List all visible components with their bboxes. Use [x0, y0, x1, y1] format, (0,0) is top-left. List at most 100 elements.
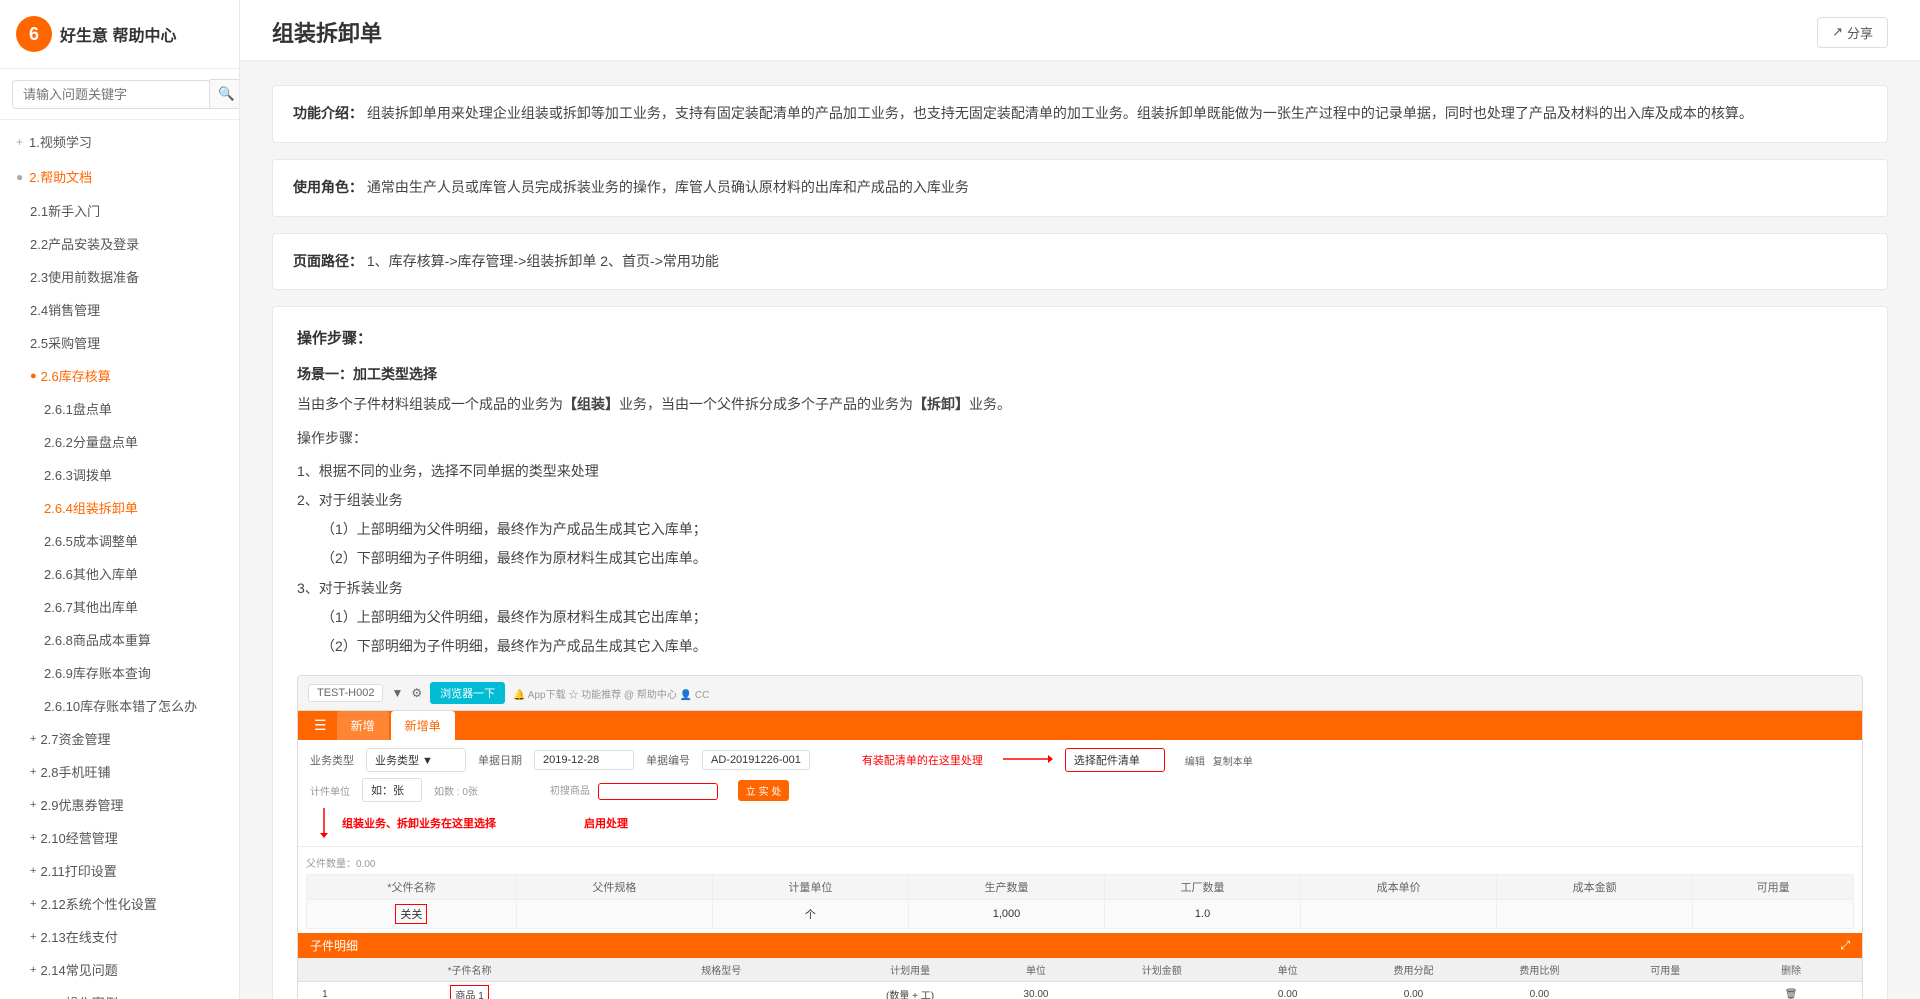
type-input[interactable]: 业务类型 ▼ — [366, 748, 466, 772]
sidebar-item-adjust-label: 2.6.3调拨单 — [44, 465, 112, 484]
sidebar-item-finance[interactable]: + 2.7资金管理 — [0, 722, 239, 755]
copy-btn[interactable]: 复制本单 — [1213, 757, 1253, 768]
row1-num: 1 — [306, 989, 344, 999]
th-factory-qty: 工厂数量 — [1105, 875, 1301, 900]
tab-new-order[interactable]: 新增单 — [391, 711, 455, 740]
sidebar-item-inventory[interactable]: ● 2.6库存核算 — [0, 359, 239, 392]
plus-icon-faq: + — [30, 964, 36, 976]
sidebar-item-install-label: 2.2产品安装及登录 — [30, 234, 139, 253]
sidebar-item-video[interactable]: + 1.视频学习 — [0, 124, 239, 159]
step3-sub1: （1）上部明细为父件明细，最终作为原材料生成其它出库单； — [321, 605, 1863, 630]
red-arrow-1 — [1003, 751, 1053, 767]
sidebar-item-cases[interactable]: + 2.15操作案例 — [0, 986, 239, 999]
sidebar-item-sales[interactable]: 2.4销售管理 — [0, 293, 239, 326]
search-button[interactable]: 🔍 — [210, 79, 240, 109]
sidebar-item-mobile-label: 2.8手机旺铺 — [40, 762, 110, 781]
search-goods-input[interactable] — [598, 783, 718, 800]
th-unit: 计量单位 — [712, 875, 908, 900]
th-cost-amount: 成本金额 — [1497, 875, 1693, 900]
row1-alloc: 0.00 — [1351, 989, 1477, 999]
parent-name-value: 关关 — [395, 904, 427, 924]
sidebar-item-stock-error[interactable]: 2.6.10库存账本错了怎么办 — [0, 689, 239, 722]
unit-input[interactable]: 如：张 — [362, 778, 422, 802]
th-produce-qty: 生产数量 — [908, 875, 1104, 900]
share-label: 分享 — [1847, 23, 1873, 42]
sidebar-icon-area: ☰ — [306, 717, 335, 734]
sidebar-item-install[interactable]: 2.2产品安装及登录 — [0, 227, 239, 260]
plus-icon-finance: + — [30, 733, 36, 745]
td-factory-qty: 1.0 — [1105, 900, 1301, 929]
sidebar-item-payment[interactable]: + 2.13在线支付 — [0, 920, 239, 953]
sidebar-item-system[interactable]: + 2.12系统个性化设置 — [0, 887, 239, 920]
sidebar-item-adjust[interactable]: 2.6.3调拨单 — [0, 458, 239, 491]
sidebar-item-sales-label: 2.4销售管理 — [30, 300, 100, 319]
sidebar-item-operation[interactable]: + 2.10经营管理 — [0, 821, 239, 854]
step2: 2、对于组装业务 — [297, 488, 1863, 513]
arrow1 — [1003, 751, 1053, 770]
apply-button[interactable]: 立 实 处 — [738, 780, 790, 801]
page-title: 组装拆卸单 — [272, 16, 382, 48]
sidebar-item-goods-cost[interactable]: 2.6.8商品成本重算 — [0, 623, 239, 656]
sidebar-item-other-out[interactable]: 2.6.7其他出库单 — [0, 590, 239, 623]
screenshot-container: TEST-H002 ▼ ⚙ 浏览器一下 🔔 App下载 ☆ 功能推荐 @ 帮助中… — [297, 675, 1863, 999]
role-text: 通常由生产人员或库管人员完成拆装业务的操作，库管人员确认原材料的出库和产成品的入… — [367, 179, 969, 195]
top-table: *父件名称 父件规格 计量单位 生产数量 工厂数量 成本单价 成本金额 可用量 — [306, 874, 1854, 929]
expand-icon: ⤢ — [1840, 938, 1850, 953]
apply-btn[interactable]: 立 实 处 — [738, 780, 790, 801]
sidebar-item-data[interactable]: 2.3使用前数据准备 — [0, 260, 239, 293]
sidebar-item-faq-label: 2.14常见问题 — [40, 960, 117, 979]
plus-icon-print: + — [30, 865, 36, 877]
sidebar-item-other-in[interactable]: 2.6.6其他入库单 — [0, 557, 239, 590]
sidebar-item-stocktake[interactable]: 2.6.1盘点单 — [0, 392, 239, 425]
date-input[interactable]: 2019-12-28 — [534, 750, 634, 770]
sidebar-item-print[interactable]: + 2.11打印设置 — [0, 854, 239, 887]
sidebar-item-inventory-label: 2.6库存核算 — [41, 366, 111, 385]
search-box[interactable]: 🔍 — [0, 69, 239, 120]
logo-area: 6 好生意 帮助中心 — [0, 0, 239, 69]
tab-new[interactable]: 新增 — [337, 711, 389, 740]
bottom-section-label: 子件明细 — [310, 937, 358, 954]
orange-tab-bar: ☰ 新增 新增单 — [298, 711, 1862, 740]
sidebar-item-docs-label: 2.帮助文档 — [29, 167, 92, 186]
sidebar-item-partial[interactable]: 2.6.2分量盘点单 — [0, 425, 239, 458]
edit-btn[interactable]: 编辑 — [1185, 757, 1205, 768]
sidebar-item-docs[interactable]: ● 2.帮助文档 — [0, 159, 239, 194]
sidebar-item-stock-check[interactable]: 2.6.9库存账本查询 — [0, 656, 239, 689]
col-delete: 删除 — [1728, 962, 1854, 977]
annotation1-text: 有装配清单的在这里处理 — [862, 752, 983, 768]
teal-button[interactable]: 浏览器一下 — [430, 682, 505, 704]
td-available — [1693, 900, 1854, 929]
sidebar-item-faq[interactable]: + 2.14常见问题 — [0, 953, 239, 986]
sidebar-item-video-label: 1.视频学习 — [29, 132, 92, 151]
search-input[interactable] — [12, 80, 210, 109]
sidebar-item-new-label: 2.1新手入门 — [30, 201, 100, 220]
step3: 3、对于拆装业务 — [297, 576, 1863, 601]
step1: 1、根据不同的业务，选择不同单据的类型来处理 — [297, 459, 1863, 484]
config-input[interactable]: 选择配件清单 — [1065, 748, 1165, 772]
share-button[interactable]: ↗ 分享 — [1817, 17, 1888, 48]
main-panel: 组装拆卸单 ↗ 分享 功能介绍： 组装拆卸单用来处理企业组装或拆卸等加工业务，支… — [240, 0, 1920, 999]
step3-sub2: （2）下部明细为子件明细，最终作为产成品生成其它入库单。 — [321, 634, 1863, 659]
bottom-table-header: *子件名称 规格型号 计划用量 单位 计划金额 单位 费用分配 费用比例 可用量… — [298, 958, 1862, 982]
top-table-label: 父件数量：0.00 — [306, 851, 1854, 874]
sidebar-item-payment-label: 2.13在线支付 — [40, 927, 117, 946]
sidebar-item-goods-cost-label: 2.6.8商品成本重算 — [44, 630, 151, 649]
arrow2-svg — [314, 808, 334, 838]
sidebar-item-purchase-label: 2.5采购管理 — [30, 333, 100, 352]
sidebar-item-cost[interactable]: 2.6.5成本调整单 — [0, 524, 239, 557]
sidebar: 6 好生意 帮助中心 🔍 + 1.视频学习 ● 2.帮助文档 2.1新手入门 2… — [0, 0, 240, 999]
row1-del: 🗑 — [1728, 989, 1854, 999]
order-input[interactable]: AD-20191226-001 — [702, 750, 810, 770]
sidebar-item-new[interactable]: 2.1新手入门 — [0, 194, 239, 227]
td-unit: 个 — [712, 900, 908, 929]
td-parent-name: 关关 — [307, 900, 517, 929]
circle-icon-inventory: ● — [30, 370, 37, 382]
nav-section: + 1.视频学习 ● 2.帮助文档 2.1新手入门 2.2产品安装及登录 2.3… — [0, 120, 239, 999]
date-label: 单据日期 — [478, 752, 522, 768]
form-row-1: 业务类型 业务类型 ▼ 单据日期 2019-12-28 单据编号 AD-2019… — [310, 748, 1850, 772]
step2-sub1: （1）上部明细为父件明细，最终作为产成品生成其它入库单； — [321, 517, 1863, 542]
sidebar-item-purchase[interactable]: 2.5采购管理 — [0, 326, 239, 359]
sidebar-item-coupon[interactable]: + 2.9优惠券管理 — [0, 788, 239, 821]
sidebar-item-mobile[interactable]: + 2.8手机旺铺 — [0, 755, 239, 788]
sidebar-item-assembly[interactable]: 2.6.4组装拆卸单 — [0, 491, 239, 524]
